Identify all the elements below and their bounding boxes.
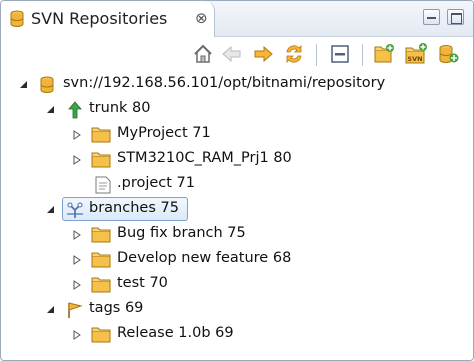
tree-node-label: test 70 [117, 275, 168, 291]
folder-icon [91, 227, 111, 243]
expanded-triangle-icon[interactable] [17, 73, 31, 97]
view-toolbar: SVN [1, 38, 473, 70]
tag-flag-icon [68, 302, 83, 318]
close-icon[interactable]: ⊗ [195, 9, 208, 27]
tree-node-folder[interactable]: MyProject 71 [11, 123, 451, 147]
tree-node-label: trunk 80 [89, 100, 151, 116]
view-tab-bar: SVN Repositories ⊗ [1, 1, 473, 37]
maximize-button[interactable] [447, 9, 464, 25]
tree-node-label: svn://192.168.56.101/opt/bitnami/reposit… [63, 75, 386, 91]
collapsed-triangle-icon[interactable] [71, 223, 85, 247]
view-title: SVN Repositories [31, 9, 168, 28]
tree-node-folder[interactable]: Bug fix branch 75 [11, 223, 451, 247]
tree-node-label: Bug fix branch 75 [117, 225, 246, 241]
folder-icon [91, 152, 111, 168]
tree-node-folder[interactable]: Develop new feature 68 [11, 248, 451, 272]
tab-svn-repositories[interactable]: SVN Repositories ⊗ [1, 1, 215, 37]
tree-node-label: Release 1.0b 69 [117, 325, 234, 341]
collapsed-triangle-icon[interactable] [71, 323, 85, 347]
tree-node-label: tags 69 [89, 300, 144, 316]
toolbar-separator [316, 44, 317, 66]
expanded-triangle-icon[interactable] [44, 298, 58, 322]
tree-node-repository[interactable]: svn://192.168.56.101/opt/bitnami/reposit… [11, 73, 451, 97]
folder-icon [91, 127, 111, 143]
tree-node-label: MyProject 71 [117, 125, 211, 141]
tree-node-label: Develop new feature 68 [117, 250, 292, 266]
trunk-arrow-icon [68, 101, 82, 119]
new-folder-icon[interactable] [372, 42, 396, 66]
forward-icon[interactable] [251, 42, 275, 66]
new-repository-icon[interactable] [436, 42, 460, 66]
expanded-triangle-icon[interactable] [44, 98, 58, 122]
tree-node-folder[interactable]: STM3210C_RAM_Prj1 80 [11, 148, 451, 172]
collapse-all-icon[interactable] [328, 42, 352, 66]
tree-node-file[interactable]: .project 71 [11, 173, 451, 197]
folder-icon [91, 252, 111, 268]
file-icon [95, 176, 111, 194]
tree-node-label: .project 71 [117, 175, 195, 191]
collapsed-triangle-icon[interactable] [71, 273, 85, 297]
folder-icon [91, 277, 111, 293]
tree-node-tags[interactable]: tags 69 [11, 298, 451, 322]
toolbar-separator [362, 44, 363, 66]
expanded-triangle-icon[interactable] [44, 198, 58, 222]
collapsed-triangle-icon[interactable] [71, 248, 85, 272]
tree-node-label: STM3210C_RAM_Prj1 80 [117, 150, 292, 166]
tree-node-trunk[interactable]: trunk 80 [11, 98, 451, 122]
collapsed-triangle-icon[interactable] [71, 148, 85, 172]
tree-node-label: branches 75 [89, 200, 179, 216]
svn-repositories-view: SVN Repositories ⊗ SVN svn://192.168.56.… [0, 0, 474, 361]
back-icon[interactable] [220, 42, 244, 66]
refresh-icon[interactable] [282, 42, 306, 66]
minimize-button[interactable] [423, 9, 440, 25]
tree-node-folder[interactable]: test 70 [11, 273, 451, 297]
repository-icon [40, 76, 54, 93]
svn-repositories-icon [10, 10, 24, 27]
tree-node-folder[interactable]: Release 1.0b 69 [11, 323, 451, 347]
tree-node-branches[interactable]: branches 75 [11, 198, 451, 222]
svn-checkout-icon[interactable]: SVN [404, 42, 428, 66]
home-icon[interactable] [191, 42, 215, 66]
branches-icon [67, 202, 83, 218]
collapsed-triangle-icon[interactable] [71, 123, 85, 147]
folder-icon [91, 327, 111, 343]
svg-text:SVN: SVN [407, 55, 422, 63]
